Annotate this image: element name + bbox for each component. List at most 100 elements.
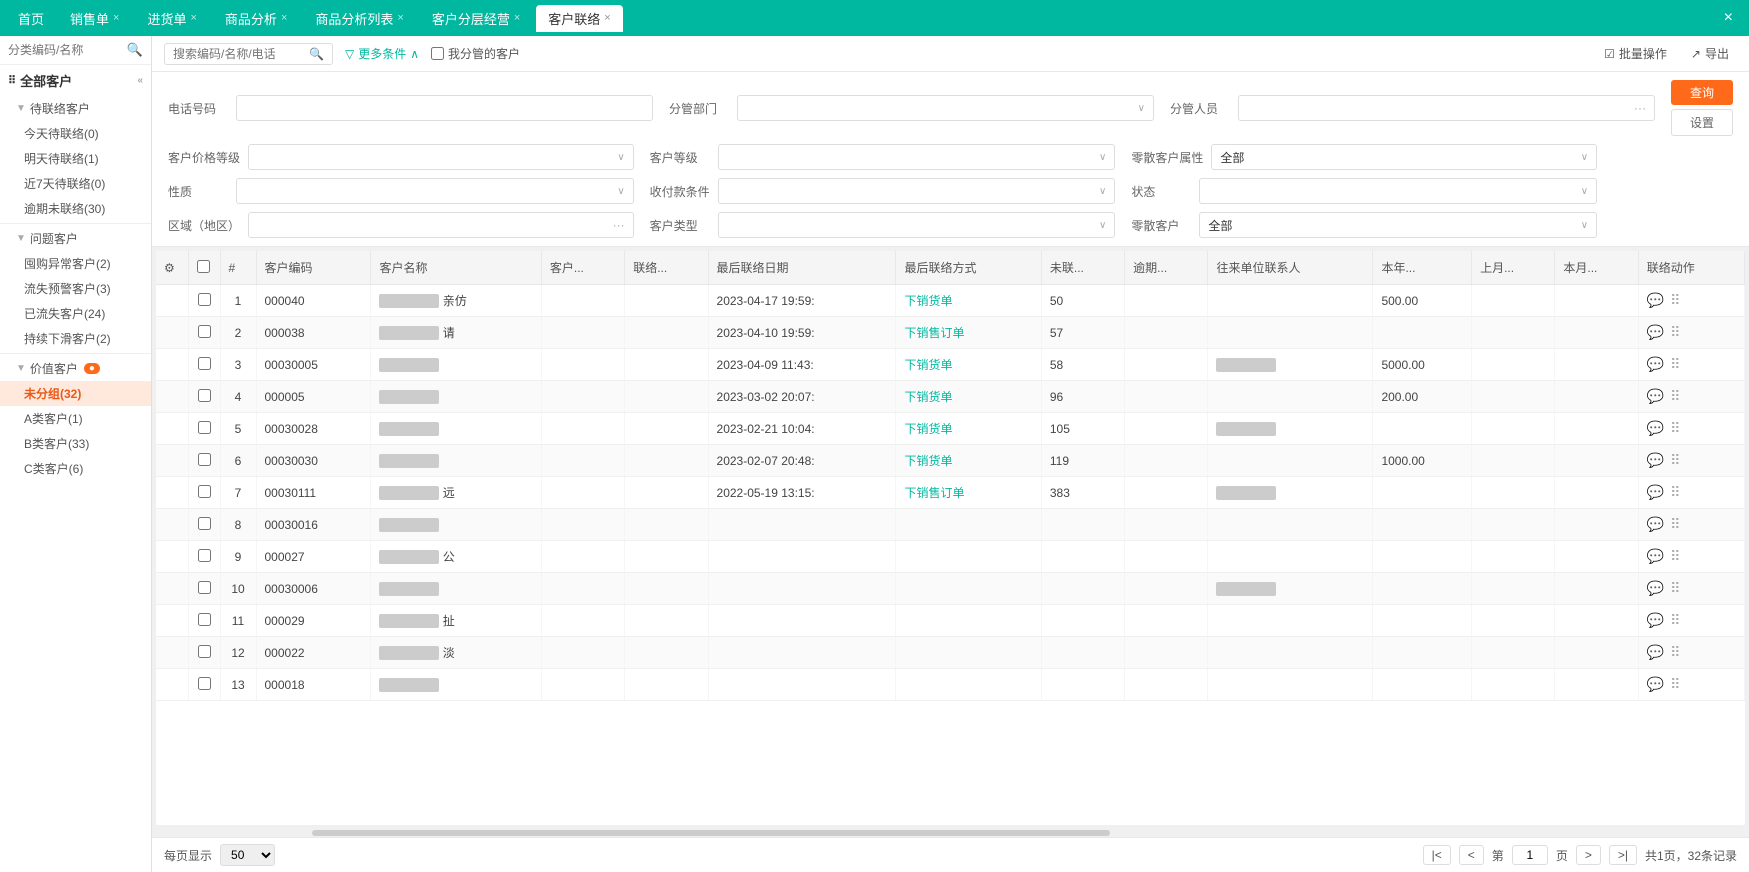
next-page-button[interactable]: >: [1576, 845, 1601, 865]
region-dots[interactable]: ···: [613, 218, 625, 232]
row-checkbox[interactable]: [198, 421, 211, 434]
row-checkbox[interactable]: [198, 453, 211, 466]
customer-contact-tab-close[interactable]: ×: [604, 12, 610, 24]
product-analysis-list-tab-close[interactable]: ×: [397, 12, 403, 24]
last-method-link[interactable]: 下销售订单: [904, 486, 964, 500]
sidebar-search-input[interactable]: [8, 43, 123, 57]
first-page-button[interactable]: |<: [1423, 845, 1451, 865]
pending-contact-group[interactable]: ▼ 待联络客户: [0, 96, 151, 121]
export-button[interactable]: ↗ 导出: [1683, 42, 1737, 65]
retail-select[interactable]: 全部 ∨: [1199, 212, 1597, 238]
status-select[interactable]: ∨: [1199, 178, 1597, 204]
page-number-input[interactable]: [1512, 845, 1548, 865]
dept-select[interactable]: ∨: [737, 95, 1154, 121]
last-page-button[interactable]: >|: [1609, 845, 1637, 865]
sidebar-item-class-a[interactable]: A类客户(1): [0, 406, 151, 431]
price-level-select[interactable]: ∨: [248, 144, 634, 170]
row-check[interactable]: [188, 541, 220, 573]
reset-button[interactable]: 设置: [1671, 109, 1733, 136]
row-check[interactable]: [188, 573, 220, 605]
retail-attr-select[interactable]: 全部 ∨: [1211, 144, 1597, 170]
last-method-link[interactable]: 下销货单: [904, 358, 952, 372]
sidebar-item-overdue[interactable]: 逾期未联络(30): [0, 196, 151, 221]
chat-icon[interactable]: 💬: [1647, 548, 1664, 565]
close-all-button[interactable]: ×: [1716, 9, 1741, 27]
apps-icon[interactable]: ⠿: [1670, 580, 1680, 597]
row-check[interactable]: [188, 669, 220, 701]
search-box[interactable]: 🔍: [164, 43, 333, 65]
purchase-tab-close[interactable]: ×: [190, 12, 196, 24]
apps-icon[interactable]: ⠿: [1670, 516, 1680, 533]
sidebar-item-class-b[interactable]: B类客户(33): [0, 431, 151, 456]
region-select[interactable]: ···: [248, 212, 634, 238]
chat-icon[interactable]: 💬: [1647, 580, 1664, 597]
check-all[interactable]: [197, 260, 210, 273]
row-check[interactable]: [188, 637, 220, 669]
row-check[interactable]: [188, 381, 220, 413]
last-method-link[interactable]: 下销货单: [904, 294, 952, 308]
sidebar-search-icon[interactable]: 🔍: [127, 42, 143, 58]
prev-page-button[interactable]: <: [1459, 845, 1484, 865]
row-checkbox[interactable]: [198, 485, 211, 498]
manager-dots[interactable]: ···: [1634, 101, 1646, 115]
sales-tab[interactable]: 销售单 ×: [58, 5, 131, 32]
row-check[interactable]: [188, 445, 220, 477]
apps-icon[interactable]: ⠿: [1670, 388, 1680, 405]
last-method-link[interactable]: 下销货单: [904, 454, 952, 468]
chat-icon[interactable]: 💬: [1647, 644, 1664, 661]
row-checkbox[interactable]: [198, 581, 211, 594]
apps-icon[interactable]: ⠿: [1670, 356, 1680, 373]
nature-select[interactable]: ∨: [236, 178, 634, 204]
problem-customers-group[interactable]: ▼ 问题客户: [0, 226, 151, 251]
sidebar-item-churn-warning[interactable]: 流失预警客户(3): [0, 276, 151, 301]
sidebar-item-abnormal[interactable]: 囤购异常客户(2): [0, 251, 151, 276]
row-check[interactable]: [188, 317, 220, 349]
payment-select[interactable]: ∨: [718, 178, 1116, 204]
sales-tab-close[interactable]: ×: [113, 12, 119, 24]
row-check[interactable]: [188, 477, 220, 509]
customer-type-select[interactable]: ∨: [718, 212, 1116, 238]
sidebar-item-declining[interactable]: 持续下滑客户(2): [0, 326, 151, 351]
home-tab[interactable]: 首页: [8, 5, 54, 32]
row-checkbox[interactable]: [198, 677, 211, 690]
query-button[interactable]: 查询: [1671, 80, 1733, 105]
product-analysis-tab[interactable]: 商品分析 ×: [213, 5, 299, 32]
row-checkbox[interactable]: [198, 645, 211, 658]
row-checkbox[interactable]: [198, 517, 211, 530]
sidebar-item-today[interactable]: 今天待联络(0): [0, 121, 151, 146]
chat-icon[interactable]: 💬: [1647, 388, 1664, 405]
sidebar-item-ungrouped[interactable]: 未分组(32): [0, 381, 151, 406]
row-checkbox[interactable]: [198, 549, 211, 562]
col-setting[interactable]: ⚙: [156, 251, 188, 285]
more-conditions-button[interactable]: ▽ 更多条件 ∧: [345, 45, 419, 62]
customer-segment-tab[interactable]: 客户分层经营 ×: [420, 5, 532, 32]
apps-icon[interactable]: ⠿: [1670, 292, 1680, 309]
apps-icon[interactable]: ⠿: [1670, 548, 1680, 565]
sidebar-item-class-c[interactable]: C类客户(6): [0, 456, 151, 481]
row-checkbox[interactable]: [198, 389, 211, 402]
row-check[interactable]: [188, 349, 220, 381]
product-analysis-tab-close[interactable]: ×: [281, 12, 287, 24]
sidebar-item-churned[interactable]: 已流失客户(24): [0, 301, 151, 326]
purchase-tab[interactable]: 进货单 ×: [135, 5, 208, 32]
phone-input[interactable]: [236, 95, 653, 121]
sidebar-item-7days[interactable]: 近7天待联络(0): [0, 171, 151, 196]
chat-icon[interactable]: 💬: [1647, 324, 1664, 341]
chat-icon[interactable]: 💬: [1647, 356, 1664, 373]
page-size-select[interactable]: 50 100 200: [220, 844, 275, 866]
search-input[interactable]: [173, 47, 303, 61]
apps-icon[interactable]: ⠿: [1670, 484, 1680, 501]
row-check[interactable]: [188, 605, 220, 637]
row-checkbox[interactable]: [198, 357, 211, 370]
product-analysis-list-tab[interactable]: 商品分析列表 ×: [303, 5, 415, 32]
row-checkbox[interactable]: [198, 325, 211, 338]
customer-contact-tab[interactable]: 客户联络 ×: [536, 5, 622, 32]
customer-level-select[interactable]: ∨: [718, 144, 1116, 170]
horizontal-scrollbar[interactable]: [152, 829, 1749, 837]
my-customers-checkbox-area[interactable]: 我分管的客户: [431, 45, 520, 62]
last-method-link[interactable]: 下销售订单: [904, 326, 964, 340]
last-method-link[interactable]: 下销货单: [904, 422, 952, 436]
row-checkbox[interactable]: [198, 293, 211, 306]
chat-icon[interactable]: 💬: [1647, 452, 1664, 469]
chat-icon[interactable]: 💬: [1647, 516, 1664, 533]
